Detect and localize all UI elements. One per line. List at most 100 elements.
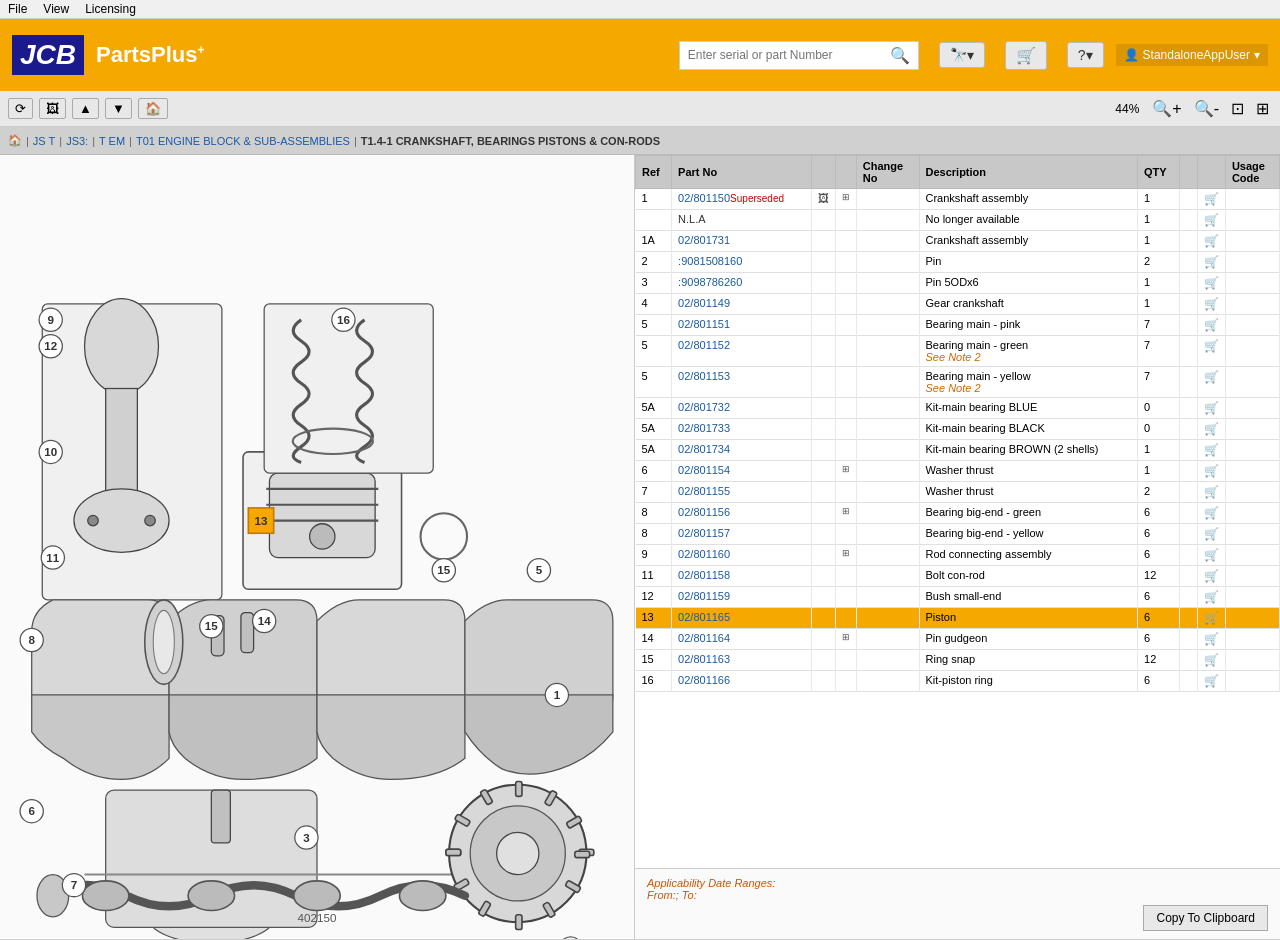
cart-icon[interactable]: 🛒 (1204, 192, 1219, 206)
cell-part-no[interactable]: N.L.A (672, 210, 812, 231)
cart-icon[interactable]: 🛒 (1204, 569, 1219, 583)
cell-cart2[interactable]: 🛒 (1197, 587, 1225, 608)
cell-cart2[interactable]: 🛒 (1197, 315, 1225, 336)
copy-to-clipboard-button[interactable]: Copy To Clipboard (1143, 905, 1268, 931)
cell-part-no[interactable]: 02/801159 (672, 587, 812, 608)
breadcrumb-item-2[interactable]: JS3: (66, 135, 88, 147)
cart-icon[interactable]: 🛒 (1204, 653, 1219, 667)
cart-icon[interactable]: 🛒 (1204, 234, 1219, 248)
zoom-out-button[interactable]: 🔍- (1191, 99, 1222, 118)
cell-cart2[interactable]: 🛒 (1197, 440, 1225, 461)
part-number-link[interactable]: 02/801732 (678, 401, 730, 413)
part-number-link[interactable]: 02/801154 (678, 464, 730, 476)
cell-part-no[interactable]: 02/801164 (672, 629, 812, 650)
cell-part-no[interactable]: 02/801156 (672, 503, 812, 524)
part-number-link[interactable]: 02/801157 (678, 527, 730, 539)
cell-part-no[interactable]: 02/801732 (672, 398, 812, 419)
part-number-link[interactable]: 02/801151 (678, 318, 730, 330)
cell-part-no[interactable]: 02/801165 (672, 608, 812, 629)
photo-button[interactable]: 🖼 (39, 98, 66, 119)
part-number-link[interactable]: 02/801158 (678, 569, 730, 581)
part-number-link[interactable]: 02/801152 (678, 339, 730, 351)
cell-cart2[interactable]: 🛒 (1197, 566, 1225, 587)
cart-icon[interactable]: 🛒 (1204, 339, 1219, 353)
breadcrumb-item-1[interactable]: JS T (33, 135, 55, 147)
binoculars-button[interactable]: 🔭▾ (939, 42, 985, 68)
cell-part-no[interactable]: 02/801149 (672, 294, 812, 315)
cell-cart2[interactable]: 🛒 (1197, 650, 1225, 671)
parts-table-container[interactable]: Ref Part No ChangeNo Description QTY Usa… (635, 155, 1280, 868)
cell-part-no[interactable]: 02/801158 (672, 566, 812, 587)
part-number-link[interactable]: 02/801150 (678, 192, 730, 204)
cart-icon[interactable]: 🛒 (1204, 213, 1219, 227)
part-number-link[interactable]: 02/801733 (678, 422, 730, 434)
part-number-link[interactable]: 02/801166 (678, 674, 730, 686)
cell-part-no[interactable]: 02/801153 (672, 367, 812, 398)
cell-cart2[interactable]: 🛒 (1197, 398, 1225, 419)
cell-part-no[interactable]: 02/801154 (672, 461, 812, 482)
cell-cart2[interactable]: 🛒 (1197, 671, 1225, 692)
cell-part-no[interactable]: 02/801731 (672, 231, 812, 252)
cell-cart2[interactable]: 🛒 (1197, 545, 1225, 566)
part-number-link[interactable]: 02/801155 (678, 485, 730, 497)
cart-icon[interactable]: 🛒 (1204, 318, 1219, 332)
part-number-link[interactable]: 02/801163 (678, 653, 730, 665)
zoom-fit-button[interactable]: ⊡ (1228, 99, 1247, 118)
cell-cart2[interactable]: 🛒 (1197, 503, 1225, 524)
cell-cart2[interactable]: 🛒 (1197, 273, 1225, 294)
cell-cart2[interactable]: 🛒 (1197, 189, 1225, 210)
cell-part-no[interactable]: :9098786260 (672, 273, 812, 294)
help-button[interactable]: ?▾ (1067, 42, 1104, 68)
up-button[interactable]: ▲ (72, 98, 99, 119)
cell-cart2[interactable]: 🛒 (1197, 336, 1225, 367)
cell-cart2[interactable]: 🛒 (1197, 210, 1225, 231)
cart-icon[interactable]: 🛒 (1204, 370, 1219, 384)
cell-cart2[interactable]: 🛒 (1197, 252, 1225, 273)
cart-icon[interactable]: 🛒 (1204, 276, 1219, 290)
cart-icon[interactable]: 🛒 (1204, 632, 1219, 646)
cell-part-no[interactable]: 02/801157 (672, 524, 812, 545)
cart-icon[interactable]: 🛒 (1204, 506, 1219, 520)
cart-icon[interactable]: 🛒 (1204, 443, 1219, 457)
search-input[interactable] (688, 48, 890, 62)
cart-icon[interactable]: 🛒 (1204, 548, 1219, 562)
cart-icon[interactable]: 🛒 (1204, 485, 1219, 499)
zoom-in-button[interactable]: 🔍+ (1149, 99, 1184, 118)
cell-cart2[interactable]: 🛒 (1197, 608, 1225, 629)
part-number-link[interactable]: 02/801160 (678, 548, 730, 560)
cell-cart2[interactable]: 🛒 (1197, 482, 1225, 503)
cell-cart2[interactable]: 🛒 (1197, 419, 1225, 440)
cell-part-no[interactable]: 02/801166 (672, 671, 812, 692)
part-number-link[interactable]: 02/801731 (678, 234, 730, 246)
part-number-link[interactable]: 02/801734 (678, 443, 730, 455)
user-area[interactable]: 👤 StandaloneAppUser ▾ (1116, 44, 1268, 66)
cell-cart2[interactable]: 🛒 (1197, 367, 1225, 398)
cart-icon[interactable]: 🛒 (1204, 422, 1219, 436)
part-number-link[interactable]: :9081508160 (678, 255, 742, 267)
cart-icon[interactable]: 🛒 (1204, 527, 1219, 541)
part-number-link[interactable]: 02/801159 (678, 590, 730, 602)
cart-icon[interactable]: 🛒 (1204, 297, 1219, 311)
cell-part-no[interactable]: 02/801150Superseded (672, 189, 812, 210)
cell-part-no[interactable]: 02/801152 (672, 336, 812, 367)
cell-part-no[interactable]: 02/801163 (672, 650, 812, 671)
cart-button[interactable]: 🛒 (1005, 41, 1047, 70)
cell-part-no[interactable]: :9081508160 (672, 252, 812, 273)
cell-cart2[interactable]: 🛒 (1197, 629, 1225, 650)
part-number-link[interactable]: 02/801153 (678, 370, 730, 382)
cart-icon[interactable]: 🛒 (1204, 611, 1219, 625)
menu-file[interactable]: File (8, 2, 27, 16)
cell-part-no[interactable]: 02/801151 (672, 315, 812, 336)
cell-cart2[interactable]: 🛒 (1197, 294, 1225, 315)
part-number-link[interactable]: 02/801164 (678, 632, 730, 644)
cart-icon[interactable]: 🛒 (1204, 590, 1219, 604)
part-number-link[interactable]: :9098786260 (678, 276, 742, 288)
home-button[interactable]: 🏠 (138, 98, 168, 119)
cell-cart2[interactable]: 🛒 (1197, 461, 1225, 482)
cell-cart2[interactable]: 🛒 (1197, 231, 1225, 252)
part-number-link[interactable]: 02/801165 (678, 611, 730, 623)
menu-licensing[interactable]: Licensing (85, 2, 136, 16)
cart-icon[interactable]: 🛒 (1204, 464, 1219, 478)
menu-view[interactable]: View (43, 2, 69, 16)
cell-part-no[interactable]: 02/801160 (672, 545, 812, 566)
